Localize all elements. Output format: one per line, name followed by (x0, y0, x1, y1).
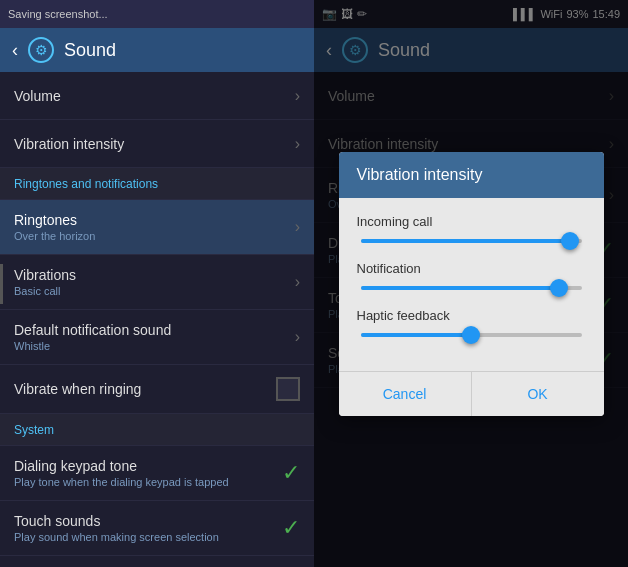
volume-title: Volume (14, 88, 295, 104)
ringtones-chevron: › (295, 218, 300, 236)
dialog-title: Vibration intensity (339, 152, 604, 198)
vibrate-ringing-checkbox[interactable] (276, 377, 300, 401)
ringtones-subtitle: Over the horizon (14, 230, 295, 242)
notification-thumb[interactable] (550, 279, 568, 297)
vibration-intensity-title: Vibration intensity (14, 136, 295, 152)
left-panel: Saving screenshot... ‹ ⚙ Sound Volume › … (0, 0, 314, 567)
notification-fill (361, 286, 560, 290)
dialog-content: Incoming call Notification Hap (339, 198, 604, 371)
dialing-keypad-title: Dialing keypad tone (14, 458, 282, 474)
left-settings-list: Volume › Vibration intensity › Ringtones… (0, 72, 314, 567)
ringtones-title: Ringtones (14, 212, 295, 228)
ringtones-section-title: Ringtones and notifications (14, 177, 158, 191)
haptic-feedback-fill (361, 333, 472, 337)
default-notification-title: Default notification sound (14, 322, 295, 338)
dialing-keypad-item[interactable]: Dialing keypad tone Play tone when the d… (0, 446, 314, 501)
vibrations-title: Vibrations (14, 267, 295, 283)
incoming-call-label: Incoming call (357, 214, 586, 229)
volume-item[interactable]: Volume › (0, 72, 314, 120)
vibrate-ringing-item[interactable]: Vibrate when ringing (0, 365, 314, 414)
touch-sounds-check: ✓ (282, 515, 300, 541)
saving-screenshot-text: Saving screenshot... (8, 8, 108, 20)
ringtones-section-header: Ringtones and notifications (0, 168, 314, 200)
touch-sounds-item[interactable]: Touch sounds Play sound when making scre… (0, 501, 314, 556)
left-status-bar: Saving screenshot... (0, 0, 314, 28)
vibration-intensity-dialog: Vibration intensity Incoming call Notifi… (339, 152, 604, 416)
touch-sounds-title: Touch sounds (14, 513, 282, 529)
incoming-call-slider-row: Incoming call (357, 214, 586, 243)
ringtones-item[interactable]: Ringtones Over the horizon › (0, 200, 314, 255)
dialog-buttons: Cancel OK (339, 371, 604, 416)
dialing-keypad-subtitle: Play tone when the dialing keypad is tap… (14, 476, 282, 488)
side-indicator (0, 264, 3, 304)
notification-track[interactable] (361, 286, 582, 290)
default-notification-item[interactable]: Default notification sound Whistle › (0, 310, 314, 365)
left-back-button[interactable]: ‹ (12, 40, 18, 61)
vibration-intensity-item[interactable]: Vibration intensity › (0, 120, 314, 168)
incoming-call-thumb[interactable] (561, 232, 579, 250)
haptic-feedback-slider-row: Haptic feedback (357, 308, 586, 337)
incoming-call-fill (361, 239, 571, 243)
haptic-feedback-label: Haptic feedback (357, 308, 586, 323)
left-title: Sound (64, 40, 116, 61)
vibration-intensity-chevron: › (295, 135, 300, 153)
left-gear-icon: ⚙ (28, 37, 54, 63)
default-notification-chevron: › (295, 328, 300, 346)
system-section-header: System (0, 414, 314, 446)
incoming-call-track[interactable] (361, 239, 582, 243)
vibrate-ringing-title: Vibrate when ringing (14, 381, 276, 397)
volume-chevron: › (295, 87, 300, 105)
haptic-feedback-thumb[interactable] (462, 326, 480, 344)
left-top-bar: ‹ ⚙ Sound (0, 28, 314, 72)
right-panel: 📷 🖼 ✏ ▌▌▌ WiFi 93% 15:49 ‹ ⚙ Sound Volum… (314, 0, 628, 567)
notification-slider-row: Notification (357, 261, 586, 290)
ok-button[interactable]: OK (471, 372, 604, 416)
vibrations-chevron: › (295, 273, 300, 291)
notification-label: Notification (357, 261, 586, 276)
cancel-button[interactable]: Cancel (339, 372, 471, 416)
default-notification-subtitle: Whistle (14, 340, 295, 352)
dialog-overlay: Vibration intensity Incoming call Notifi… (314, 0, 628, 567)
vibrations-item[interactable]: Vibrations Basic call › (0, 255, 314, 310)
vibrations-subtitle: Basic call (14, 285, 295, 297)
dialing-keypad-check: ✓ (282, 460, 300, 486)
touch-sounds-subtitle: Play sound when making screen selection (14, 531, 282, 543)
haptic-feedback-track[interactable] (361, 333, 582, 337)
system-section-title: System (14, 423, 54, 437)
screen-lock-item[interactable]: Screen lock sound Play sounds when locki… (0, 556, 314, 567)
